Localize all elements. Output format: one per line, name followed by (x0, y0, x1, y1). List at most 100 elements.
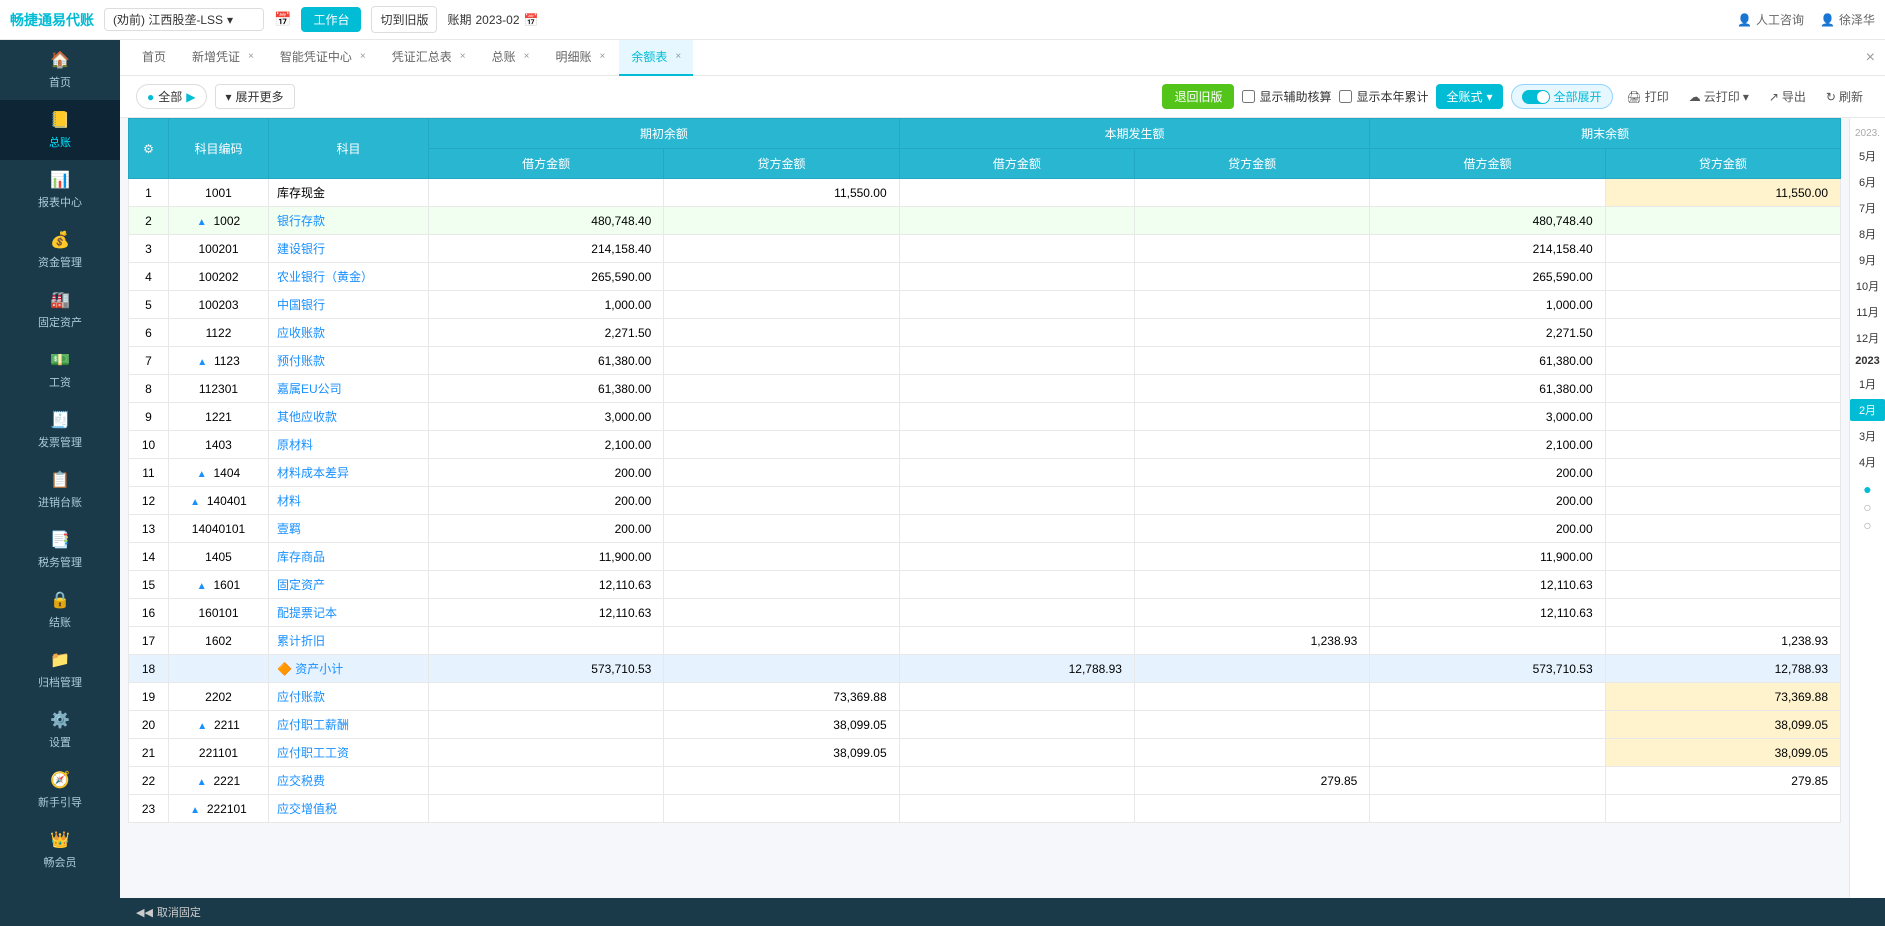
expand-icon[interactable]: ▲ (197, 777, 210, 788)
sidebar-item-member[interactable]: 👑 畅会员 (0, 820, 120, 880)
refresh-button[interactable]: ↻ 刷新 (1820, 86, 1869, 107)
month-4[interactable]: 4月 (1850, 451, 1885, 473)
expand-icon[interactable]: ▲ (197, 357, 210, 368)
account-name-link[interactable]: 累计折旧 (277, 634, 325, 648)
expand-icon[interactable]: ▲ (190, 497, 203, 508)
month-10[interactable]: 10月 (1850, 275, 1885, 297)
cell-name[interactable]: 农业银行（黄金） (269, 263, 429, 291)
expand-more-button[interactable]: ▾ 展开更多 (215, 84, 295, 109)
export-button[interactable]: ↗ 导出 (1763, 86, 1812, 107)
period-edit-icon[interactable]: 📅 (524, 13, 539, 27)
cell-name[interactable]: 应收账款 (269, 319, 429, 347)
unpin-button[interactable]: ◀◀ 取消固定 (136, 904, 201, 920)
tab-voucher-summary[interactable]: 凭证汇总表 × (380, 40, 478, 76)
show-ytd-check[interactable] (1339, 90, 1352, 103)
cell-name[interactable]: 银行存款 (269, 207, 429, 235)
full-style-button[interactable]: 全账式 ▾ (1436, 84, 1502, 109)
sidebar-item-fixed-assets[interactable]: 🏭 固定资产 (0, 280, 120, 340)
print-button[interactable]: 🖨 打印 (1621, 86, 1675, 107)
cloud-print-button[interactable]: ☁ 云打印 ▾ (1683, 86, 1755, 107)
account-name-link[interactable]: 应交增值税 (277, 802, 337, 816)
tab-new-voucher[interactable]: 新增凭证 × (180, 40, 266, 76)
account-name-link[interactable]: 材料成本差异 (277, 466, 349, 480)
expand-icon[interactable]: ▲ (197, 217, 210, 228)
account-name-link[interactable]: 壹羁 (277, 522, 301, 536)
cell-name[interactable]: 壹羁 (269, 515, 429, 543)
cell-name[interactable]: 中国银行 (269, 291, 429, 319)
show-aux-checkbox[interactable]: 显示辅助核算 (1242, 88, 1331, 105)
month-8[interactable]: 8月 (1850, 223, 1885, 245)
sidebar-item-guide[interactable]: 🧭 新手引导 (0, 760, 120, 820)
tab-ledger-close[interactable]: × (524, 51, 530, 62)
return-old-version-button[interactable]: 退回旧版 (1162, 84, 1234, 109)
account-name-link[interactable]: 库存商品 (277, 550, 325, 564)
tab-ledger[interactable]: 总账 × (480, 40, 542, 76)
account-name-link[interactable]: 银行存款 (277, 214, 325, 228)
show-ytd-checkbox[interactable]: 显示本年累计 (1339, 88, 1428, 105)
user-profile[interactable]: 👤 徐泽华 (1820, 11, 1875, 28)
cell-name[interactable]: 应付账款 (269, 683, 429, 711)
account-name-link[interactable]: 应付账款 (277, 690, 325, 704)
sidebar-item-assets[interactable]: 💰 资金管理 (0, 220, 120, 280)
month-7[interactable]: 7月 (1850, 197, 1885, 219)
cell-name[interactable]: 嘉属EU公司 (269, 375, 429, 403)
tab-smart-voucher-close[interactable]: × (360, 51, 366, 62)
tab-detail[interactable]: 明细账 × (543, 40, 617, 76)
account-name-link[interactable]: 应收账款 (277, 326, 325, 340)
company-selector[interactable]: (劝前) 江西股垄-LSS ▾ (104, 8, 264, 31)
cell-name[interactable]: 建设银行 (269, 235, 429, 263)
account-name-link[interactable]: 嘉属EU公司 (277, 382, 342, 396)
sidebar-item-home[interactable]: 🏠 首页 (0, 40, 120, 100)
account-name-link[interactable]: 应付职工薪酬 (277, 718, 349, 732)
month-12[interactable]: 12月 (1850, 327, 1885, 349)
month-5[interactable]: 5月 (1850, 145, 1885, 167)
account-name-link[interactable]: 其他应收款 (277, 410, 337, 424)
cell-name[interactable]: 应付职工工资 (269, 739, 429, 767)
sidebar-item-archive[interactable]: 📁 归档管理 (0, 640, 120, 700)
cell-name[interactable]: 材料 (269, 487, 429, 515)
table-container[interactable]: ⚙ 科目编码 科目 期初余额 本期发生额 期末余额 借方金额 贷方金额 (120, 118, 1849, 898)
sidebar-item-salary[interactable]: 💵 工资 (0, 340, 120, 400)
cell-name[interactable]: 配提票记本 (269, 599, 429, 627)
expand-icon[interactable]: ▲ (190, 805, 203, 816)
cell-name[interactable]: 应交税费 (269, 767, 429, 795)
account-name-link[interactable]: 中国银行 (277, 298, 325, 312)
cell-name[interactable]: 其他应收款 (269, 403, 429, 431)
sidebar-item-settings[interactable]: ⚙️ 设置 (0, 700, 120, 760)
account-name-link[interactable]: 原材料 (277, 438, 313, 452)
account-name-link[interactable]: 农业银行（黄金） (277, 270, 373, 284)
cell-name[interactable]: 累计折旧 (269, 627, 429, 655)
expand-icon[interactable]: ▲ (197, 581, 210, 592)
show-aux-check[interactable] (1242, 90, 1255, 103)
account-name-link[interactable]: 预付账款 (277, 354, 325, 368)
cell-name[interactable]: 预付账款 (269, 347, 429, 375)
tab-voucher-summary-close[interactable]: × (460, 51, 466, 62)
switch-version-button[interactable]: 切到旧版 (371, 6, 437, 33)
month-6[interactable]: 6月 (1850, 171, 1885, 193)
account-name-link[interactable]: 配提票记本 (277, 606, 337, 620)
month-2[interactable]: 2月 (1850, 399, 1885, 421)
side-icon-2[interactable]: ○ (1863, 499, 1871, 515)
account-name-link[interactable]: 材料 (277, 494, 301, 508)
account-name-link[interactable]: 固定资产 (277, 578, 325, 592)
month-9[interactable]: 9月 (1850, 249, 1885, 271)
sidebar-item-invoice[interactable]: 🧾 发票管理 (0, 400, 120, 460)
cell-name[interactable]: 材料成本差异 (269, 459, 429, 487)
cell-name[interactable]: 应交增值税 (269, 795, 429, 823)
tab-smart-voucher[interactable]: 智能凭证中心 × (268, 40, 378, 76)
close-all-tabs-button[interactable]: × (1866, 49, 1875, 67)
tab-home[interactable]: 首页 (130, 40, 178, 76)
month-3[interactable]: 3月 (1850, 425, 1885, 447)
filter-all-button[interactable]: ● 全部 ▶ (136, 84, 207, 109)
cell-name[interactable]: 固定资产 (269, 571, 429, 599)
expand-icon[interactable]: ▲ (197, 721, 210, 732)
settings-gear-icon[interactable]: ⚙ (143, 142, 154, 156)
cell-name[interactable]: 库存商品 (269, 543, 429, 571)
workbench-button[interactable]: 工作台 (301, 7, 361, 32)
cell-name[interactable]: 应付职工薪酬 (269, 711, 429, 739)
account-name-link[interactable]: 建设银行 (277, 242, 325, 256)
tab-detail-close[interactable]: × (599, 51, 605, 62)
sidebar-item-purchase[interactable]: 📋 进销台账 (0, 460, 120, 520)
expand-icon[interactable]: ▲ (197, 469, 210, 480)
side-icon-1[interactable]: ● (1863, 481, 1871, 497)
